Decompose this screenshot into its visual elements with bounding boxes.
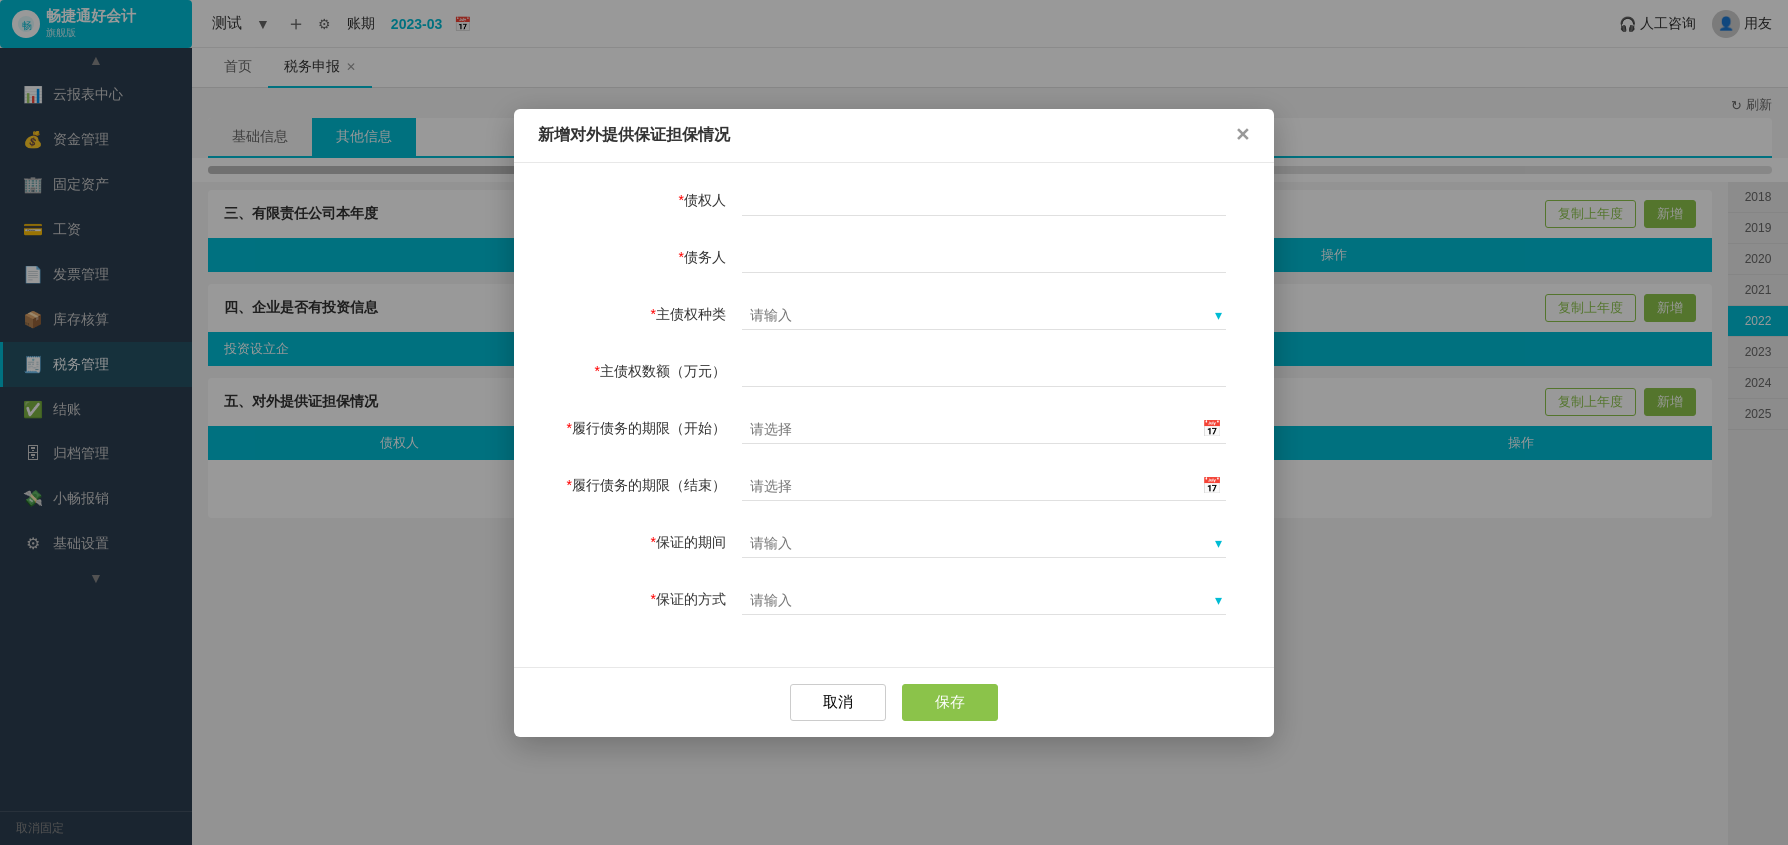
calendar-end-icon[interactable]: 📅 (1202, 476, 1226, 495)
select-claim-type: ▾ (742, 301, 1226, 330)
form-field-claim-type: *主债权种类 ▾ (562, 301, 1226, 330)
label-duty-start: *履行债务的期限（开始） (562, 420, 742, 438)
date-duty-end: 📅 (742, 472, 1226, 501)
select-guarantee-method: ▾ (742, 586, 1226, 615)
label-guarantee-period: *保证的期间 (562, 534, 742, 552)
required-mark-method: * (651, 591, 656, 607)
chevron-down-method[interactable]: ▾ (1215, 592, 1226, 608)
required-mark-claim-type: * (651, 306, 656, 322)
form-field-creditor: *债权人 (562, 187, 1226, 216)
dialog-title: 新增对外提供保证担保情况 (538, 125, 730, 146)
dialog: 新增对外提供保证担保情况 ✕ *债权人 *债务人 *主债权种类 (514, 109, 1274, 737)
input-duty-start[interactable] (742, 415, 1202, 443)
input-creditor[interactable] (742, 187, 1226, 216)
cancel-button[interactable]: 取消 (790, 684, 886, 721)
label-debtor: *债务人 (562, 249, 742, 267)
label-claim-type: *主债权种类 (562, 306, 742, 324)
input-debtor[interactable] (742, 244, 1226, 273)
save-button[interactable]: 保存 (902, 684, 998, 721)
dialog-footer: 取消 保存 (514, 667, 1274, 737)
form-field-debtor: *债务人 (562, 244, 1226, 273)
required-mark-amount: * (595, 363, 600, 379)
input-guarantee-method[interactable] (742, 586, 1215, 614)
chevron-down-claim-type[interactable]: ▾ (1215, 307, 1226, 323)
required-mark-start: * (567, 420, 572, 436)
label-duty-end: *履行债务的期限（结束） (562, 477, 742, 495)
form-field-duty-end: *履行债务的期限（结束） 📅 (562, 472, 1226, 501)
input-duty-end[interactable] (742, 472, 1202, 500)
dialog-overlay[interactable]: 新增对外提供保证担保情况 ✕ *债权人 *债务人 *主债权种类 (0, 0, 1788, 845)
chevron-down-period[interactable]: ▾ (1215, 535, 1226, 551)
form-field-guarantee-period: *保证的期间 ▾ (562, 529, 1226, 558)
input-claim-amount[interactable] (742, 358, 1226, 387)
dialog-header: 新增对外提供保证担保情况 ✕ (514, 109, 1274, 163)
dialog-body: *债权人 *债务人 *主债权种类 ▾ (514, 163, 1274, 667)
label-creditor: *债权人 (562, 192, 742, 210)
required-mark: * (679, 192, 684, 208)
label-claim-amount: *主债权数额（万元） (562, 363, 742, 381)
input-guarantee-period[interactable] (742, 529, 1215, 557)
form-field-duty-start: *履行债务的期限（开始） 📅 (562, 415, 1226, 444)
date-duty-start: 📅 (742, 415, 1226, 444)
form-field-guarantee-method: *保证的方式 ▾ (562, 586, 1226, 615)
required-mark-debtor: * (679, 249, 684, 265)
label-guarantee-method: *保证的方式 (562, 591, 742, 609)
required-mark-end: * (567, 477, 572, 493)
dialog-close-icon[interactable]: ✕ (1235, 126, 1250, 144)
required-mark-period: * (651, 534, 656, 550)
input-claim-type[interactable] (742, 301, 1215, 329)
form-field-claim-amount: *主债权数额（万元） (562, 358, 1226, 387)
select-guarantee-period: ▾ (742, 529, 1226, 558)
calendar-start-icon[interactable]: 📅 (1202, 419, 1226, 438)
